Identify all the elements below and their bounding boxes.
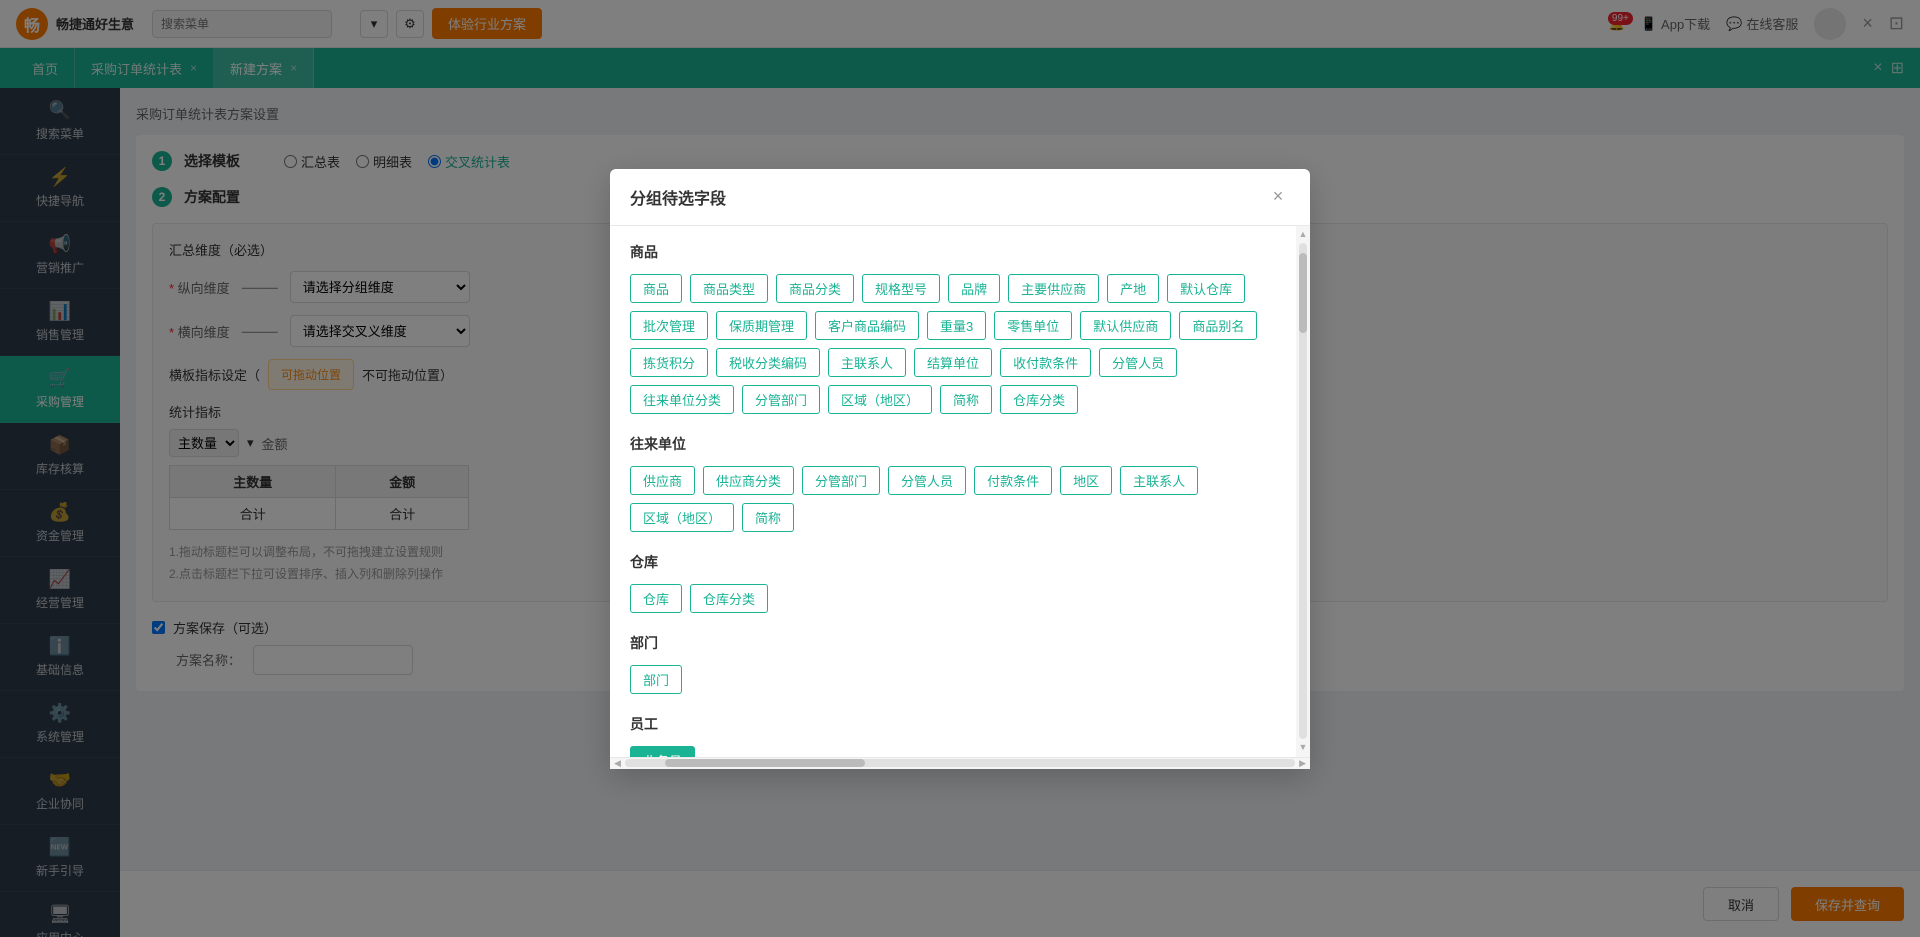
- field-tag-brand[interactable]: 品牌: [948, 274, 1000, 303]
- field-tag-partner-supervisor[interactable]: 分管人员: [888, 466, 966, 495]
- field-tag-spec-model[interactable]: 规格型号: [862, 274, 940, 303]
- field-tag-retail-unit[interactable]: 零售单位: [994, 311, 1072, 340]
- field-tag-pick-points[interactable]: 拣货积分: [630, 348, 708, 377]
- field-tags-department: 部门: [630, 665, 1276, 694]
- field-tag-default-warehouse[interactable]: 默认仓库: [1167, 274, 1245, 303]
- modal-layout: 商品 商品 商品类型 商品分类 规格型号 品牌 主要供应商 产地 默认仓库 批次…: [610, 226, 1310, 757]
- field-tags-employee: 业务员: [630, 746, 1276, 757]
- field-tag-goods-alias[interactable]: 商品别名: [1179, 311, 1257, 340]
- field-tags-goods: 商品 商品类型 商品分类 规格型号 品牌 主要供应商 产地 默认仓库 批次管理 …: [630, 274, 1276, 414]
- field-tag-goods-type[interactable]: 商品类型: [690, 274, 768, 303]
- field-tag-partner-dept[interactable]: 分管部门: [802, 466, 880, 495]
- field-tag-payment-terms[interactable]: 收付款条件: [1000, 348, 1091, 377]
- modal-body: 商品 商品 商品类型 商品分类 规格型号 品牌 主要供应商 产地 默认仓库 批次…: [610, 226, 1296, 757]
- field-tag-abbr-goods[interactable]: 简称: [940, 385, 992, 414]
- scroll-thumb[interactable]: [1299, 253, 1307, 333]
- modal-header: 分组待选字段 ×: [610, 169, 1310, 226]
- modal-dialog: 分组待选字段 × 商品 商品 商品类型 商品分类 规格型号 品牌 主要供应商 产…: [610, 169, 1310, 769]
- modal-overlay[interactable]: 分组待选字段 × 商品 商品 商品类型 商品分类 规格型号 品牌 主要供应商 产…: [0, 0, 1920, 937]
- scroll-track: [1299, 243, 1307, 739]
- field-group-employee-title: 员工: [630, 714, 1276, 734]
- field-tag-warehouse-category[interactable]: 仓库分类: [690, 584, 768, 613]
- h-scroll-track: [625, 759, 1295, 767]
- field-tag-warehouse-cat[interactable]: 仓库分类: [1000, 385, 1078, 414]
- field-tags-warehouse: 仓库 仓库分类: [630, 584, 1276, 613]
- field-tag-tax-code[interactable]: 税收分类编码: [716, 348, 820, 377]
- field-tag-sales-rep[interactable]: 业务员: [630, 746, 695, 757]
- field-tag-customer-code[interactable]: 客户商品编码: [815, 311, 919, 340]
- field-tag-origin[interactable]: 产地: [1107, 274, 1159, 303]
- h-scroll-thumb[interactable]: [665, 759, 865, 767]
- field-tag-settlement-unit[interactable]: 结算单位: [914, 348, 992, 377]
- field-tag-area[interactable]: 地区: [1060, 466, 1112, 495]
- field-tag-supervisor[interactable]: 分管人员: [1099, 348, 1177, 377]
- scroll-down-btn[interactable]: ▼: [1299, 741, 1308, 755]
- field-tag-goods-category[interactable]: 商品分类: [776, 274, 854, 303]
- field-group-warehouse: 仓库 仓库 仓库分类: [630, 552, 1276, 613]
- field-tag-main-contact[interactable]: 主联系人: [828, 348, 906, 377]
- field-tag-partner-category[interactable]: 往来单位分类: [630, 385, 734, 414]
- field-tag-department[interactable]: 部门: [630, 665, 682, 694]
- field-group-goods-title: 商品: [630, 242, 1276, 262]
- field-tag-goods[interactable]: 商品: [630, 274, 682, 303]
- field-tag-supplier-cat[interactable]: 供应商分类: [703, 466, 794, 495]
- field-tag-main-supplier[interactable]: 主要供应商: [1008, 274, 1099, 303]
- field-group-employee: 员工 业务员: [630, 714, 1276, 757]
- field-group-partner-title: 往来单位: [630, 434, 1276, 454]
- field-tag-warehouse[interactable]: 仓库: [630, 584, 682, 613]
- h-scroll-left[interactable]: ◀: [614, 758, 621, 769]
- modal-close-btn[interactable]: ×: [1266, 185, 1290, 209]
- field-group-department: 部门 部门: [630, 633, 1276, 694]
- field-tag-expiry-mgmt[interactable]: 保质期管理: [716, 311, 807, 340]
- field-tag-partner-abbr[interactable]: 简称: [742, 503, 794, 532]
- field-tag-supplier[interactable]: 供应商: [630, 466, 695, 495]
- field-tags-partner: 供应商 供应商分类 分管部门 分管人员 付款条件 地区 主联系人 区域（地区） …: [630, 466, 1276, 532]
- field-group-goods: 商品 商品 商品类型 商品分类 规格型号 品牌 主要供应商 产地 默认仓库 批次…: [630, 242, 1276, 414]
- field-tag-default-supplier[interactable]: 默认供应商: [1080, 311, 1171, 340]
- field-tag-partner-payment[interactable]: 付款条件: [974, 466, 1052, 495]
- field-tag-partner-contact[interactable]: 主联系人: [1120, 466, 1198, 495]
- field-group-warehouse-title: 仓库: [630, 552, 1276, 572]
- field-tag-partner-region[interactable]: 区域（地区）: [630, 503, 734, 532]
- field-tag-weight3[interactable]: 重量3: [927, 311, 986, 340]
- field-tag-dept[interactable]: 分管部门: [742, 385, 820, 414]
- h-scroll-right[interactable]: ▶: [1299, 758, 1306, 769]
- modal-title: 分组待选字段: [630, 185, 726, 209]
- modal-scrollbar: ▲ ▼: [1296, 226, 1310, 757]
- field-group-partner: 往来单位 供应商 供应商分类 分管部门 分管人员 付款条件 地区 主联系人 区域…: [630, 434, 1276, 532]
- field-tag-region-goods[interactable]: 区域（地区）: [828, 385, 932, 414]
- field-tag-batch-mgmt[interactable]: 批次管理: [630, 311, 708, 340]
- scroll-up-btn[interactable]: ▲: [1299, 228, 1308, 242]
- field-group-department-title: 部门: [630, 633, 1276, 653]
- modal-h-scrollbar: ◀ ▶: [610, 757, 1310, 769]
